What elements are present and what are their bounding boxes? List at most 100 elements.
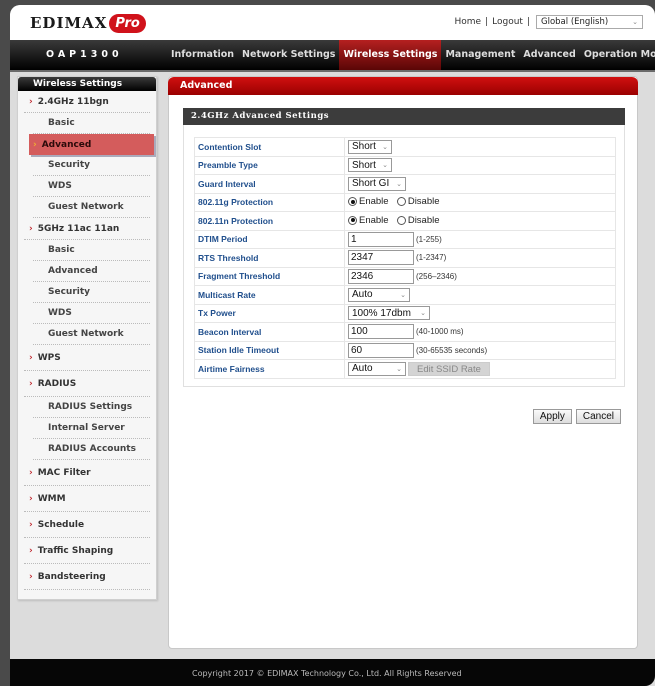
chevron-right-icon: ›: [29, 571, 33, 582]
nav-advanced[interactable]: Advanced: [519, 40, 579, 70]
field-hint: (30-65535 seconds): [416, 345, 488, 355]
radio-label: Enable: [359, 196, 389, 208]
sidebar-item-24-security[interactable]: Security: [33, 155, 150, 176]
language-value: Global (English): [541, 17, 609, 27]
contention-slot-select[interactable]: Short ⌄: [348, 139, 392, 154]
chevron-down-icon: ⌄: [632, 18, 638, 26]
sidebar-item-label: Basic: [48, 245, 75, 255]
sidebar-item-24-basic[interactable]: Basic: [33, 113, 150, 134]
g-protection-disable-radio[interactable]: Disable: [396, 196, 440, 207]
select-value: Auto: [352, 363, 373, 375]
sidebar-group-mac-filter[interactable]: › MAC Filter: [24, 460, 150, 486]
guard-interval-select[interactable]: Short GI ⌄: [348, 176, 406, 191]
sidebar-item-internal-server[interactable]: Internal Server: [33, 418, 150, 439]
section-title: 2.4GHz Advanced Settings: [183, 108, 625, 125]
station-idle-timeout-input[interactable]: 60: [348, 342, 414, 358]
sidebar-group-traffic-shaping[interactable]: › Traffic Shaping: [24, 538, 150, 564]
rts-threshold-input[interactable]: 2347: [348, 250, 414, 266]
sidebar-group-label: Bandsteering: [37, 571, 106, 582]
sidebar-group-wmm[interactable]: › WMM: [24, 486, 150, 512]
select-value: 100% 17dbm: [352, 307, 411, 319]
content-panel: Advanced 2.4GHz Advanced Settings Conten…: [168, 76, 638, 649]
field-hint: (40-1000 ms): [416, 327, 464, 337]
preamble-type-select[interactable]: Short ⌄: [348, 158, 392, 173]
edit-ssid-rate-button[interactable]: Edit SSID Rate: [408, 361, 490, 376]
nav-management[interactable]: Management: [441, 40, 519, 70]
field-label: Multicast Rate: [194, 285, 345, 305]
field-label: DTIM Period: [194, 229, 345, 249]
row-beacon-interval: Beacon Interval 100 (40-1000 ms): [194, 322, 616, 342]
sidebar-group-radius[interactable]: › RADIUS: [24, 371, 150, 397]
settings-section: Contention Slot Short ⌄ Preamble Type Sho…: [183, 125, 625, 387]
select-value: Auto: [352, 289, 373, 301]
field-hint: (1-2347): [416, 253, 447, 263]
select-value: Short: [352, 141, 376, 153]
sidebar-item-24-advanced[interactable]: › Advanced: [29, 134, 154, 155]
sidebar-item-label: Security: [48, 287, 91, 297]
logout-link[interactable]: Logout: [492, 17, 523, 27]
field-label: Fragment Threshold: [194, 266, 345, 286]
tx-power-select[interactable]: 100% 17dbm ⌄: [348, 306, 430, 321]
settings-form: Contention Slot Short ⌄ Preamble Type Sho…: [194, 137, 616, 379]
language-select[interactable]: Global (English) ⌄: [536, 15, 643, 29]
field-label: 802.11n Protection: [194, 211, 345, 231]
sidebar-item-5-security[interactable]: Security: [33, 282, 150, 303]
logo-badge: Pro: [109, 13, 146, 33]
chevron-right-icon: ›: [29, 223, 33, 234]
row-rts-threshold: RTS Threshold 2347 (1-2347): [194, 248, 616, 268]
nav-network-settings[interactable]: Network Settings: [238, 40, 339, 70]
apply-button[interactable]: Apply: [532, 409, 572, 424]
sidebar-item-5-wds[interactable]: WDS: [33, 303, 150, 324]
airtime-fairness-select[interactable]: Auto ⌄: [348, 361, 406, 376]
nav-wireless-settings[interactable]: Wireless Settings: [339, 40, 442, 70]
sidebar-group-wps[interactable]: › WPS: [24, 345, 150, 371]
field-label: Station Idle Timeout: [194, 340, 345, 360]
row-80211n-protection: 802.11n Protection Enable Disable: [194, 211, 616, 231]
sidebar-group-bandsteering[interactable]: › Bandsteering: [24, 564, 150, 590]
model-name: OAP1300: [46, 49, 123, 60]
copyright-text: Copyright 2017 © EDIMAX Technology Co., …: [192, 669, 462, 678]
radio-unchecked-icon: [396, 215, 406, 225]
radio-label: Disable: [407, 214, 440, 226]
sidebar-item-radius-settings[interactable]: RADIUS Settings: [33, 397, 150, 418]
chevron-down-icon: ⌄: [396, 365, 402, 373]
sidebar-group-24ghz[interactable]: › 2.4GHz 11bgn: [24, 91, 150, 113]
row-tx-power: Tx Power 100% 17dbm ⌄: [194, 303, 616, 323]
beacon-interval-input[interactable]: 100: [348, 324, 414, 340]
sidebar-item-label: Advanced: [41, 139, 92, 150]
multicast-rate-select[interactable]: Auto ⌄: [348, 287, 410, 302]
logo-text: EDIMAX: [30, 14, 108, 32]
cancel-button[interactable]: Cancel: [575, 409, 621, 424]
fragment-threshold-input[interactable]: 2346: [348, 268, 414, 284]
chevron-right-icon: ›: [29, 96, 33, 107]
chevron-down-icon: ⌄: [400, 291, 406, 299]
chevron-right-icon: ›: [29, 467, 33, 478]
sidebar-item-5-basic[interactable]: Basic: [33, 240, 150, 261]
dtim-period-input[interactable]: 1: [348, 231, 414, 247]
n-protection-disable-radio[interactable]: Disable: [396, 214, 440, 226]
sidebar-item-label: Guest Network: [48, 329, 124, 339]
n-protection-enable-radio[interactable]: Enable: [348, 215, 389, 226]
sidebar-title: Wireless Settings: [18, 77, 156, 91]
sidebar-group-5ghz[interactable]: › 5GHz 11ac 11an: [24, 218, 150, 240]
row-airtime-fairness: Airtime Fairness Auto ⌄ Edit SSID Rate: [194, 359, 616, 379]
chevron-right-icon: ›: [29, 352, 33, 363]
sidebar-item-label: Basic: [48, 118, 75, 128]
sidebar-item-24-guest-network[interactable]: Guest Network: [33, 197, 150, 218]
top-links: Home | Logout | Global (English) ⌄: [455, 15, 643, 29]
g-protection-enable-radio[interactable]: Enable: [348, 196, 389, 207]
field-label: Airtime Fairness: [194, 359, 345, 379]
sidebar-group-label: Schedule: [37, 519, 85, 530]
home-link[interactable]: Home: [455, 17, 482, 27]
field-label: Beacon Interval: [194, 322, 345, 342]
sidebar-item-radius-accounts[interactable]: RADIUS Accounts: [33, 439, 150, 460]
sidebar-item-5-guest-network[interactable]: Guest Network: [33, 324, 150, 345]
nav-information[interactable]: Information: [167, 40, 238, 70]
chevron-down-icon: ⌄: [382, 143, 388, 151]
sidebar-group-schedule[interactable]: › Schedule: [24, 512, 150, 538]
nav-operation-mode[interactable]: Operation Mode: [580, 40, 655, 70]
row-fragment-threshold: Fragment Threshold 2346 (256–2346): [194, 266, 616, 286]
sidebar-item-24-wds[interactable]: WDS: [33, 176, 150, 197]
sidebar-item-5-advanced[interactable]: Advanced: [33, 261, 150, 282]
chevron-down-icon: ⌄: [420, 310, 426, 318]
